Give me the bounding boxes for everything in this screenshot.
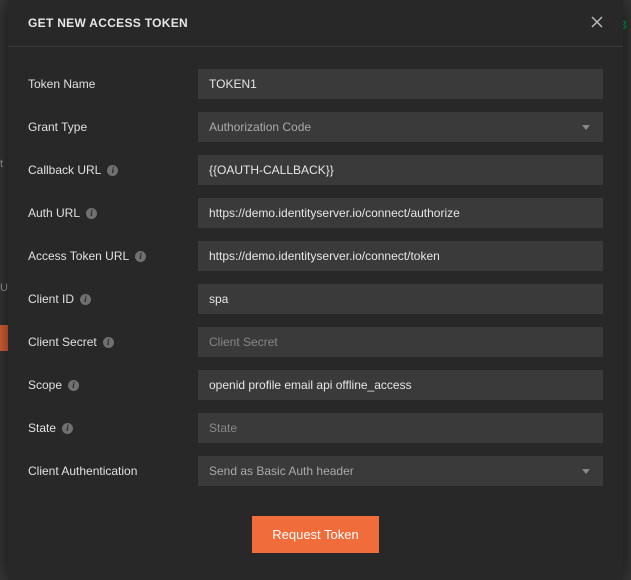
label-auth-url: Auth URL i <box>28 206 198 220</box>
label-text-state: State <box>28 421 56 435</box>
request-token-button[interactable]: Request Token <box>252 516 379 553</box>
row-callback-url: Callback URL i <box>28 155 603 185</box>
row-grant-type: Grant Type Authorization Code <box>28 112 603 142</box>
label-client-secret: Client Secret i <box>28 335 198 349</box>
row-token-name: Token Name <box>28 69 603 99</box>
label-text-token-name: Token Name <box>28 77 95 91</box>
info-icon[interactable]: i <box>80 294 91 305</box>
close-icon <box>589 14 605 30</box>
row-client-id: Client ID i <box>28 284 603 314</box>
token-name-input[interactable] <box>198 69 603 99</box>
label-text-client-auth: Client Authentication <box>28 464 137 478</box>
grant-type-select[interactable]: Authorization Code <box>198 112 603 142</box>
state-input[interactable] <box>198 413 603 443</box>
info-icon[interactable]: i <box>68 380 79 391</box>
modal-header: GET NEW ACCESS TOKEN <box>8 0 623 47</box>
label-text-auth-url: Auth URL <box>28 206 80 220</box>
label-scope: Scope i <box>28 378 198 392</box>
modal-body: Token Name Grant Type Authorization Code… <box>8 47 623 580</box>
label-client-auth: Client Authentication <box>28 464 198 478</box>
info-icon[interactable]: i <box>103 337 114 348</box>
row-state: State i <box>28 413 603 443</box>
row-access-token-url: Access Token URL i <box>28 241 603 271</box>
label-state: State i <box>28 421 198 435</box>
client-auth-select[interactable]: Send as Basic Auth header <box>198 456 603 486</box>
auth-url-input[interactable] <box>198 198 603 228</box>
info-icon[interactable]: i <box>107 165 118 176</box>
access-token-modal: GET NEW ACCESS TOKEN Token Name Grant Ty… <box>8 0 623 580</box>
label-callback-url: Callback URL i <box>28 163 198 177</box>
chevron-down-icon <box>582 125 590 130</box>
grant-type-selected: Authorization Code <box>209 120 311 134</box>
access-token-url-input[interactable] <box>198 241 603 271</box>
chevron-down-icon <box>582 469 590 474</box>
client-auth-selected: Send as Basic Auth header <box>209 464 354 478</box>
close-button[interactable] <box>589 14 607 32</box>
label-text-callback-url: Callback URL <box>28 163 101 177</box>
row-scope: Scope i <box>28 370 603 400</box>
row-auth-url: Auth URL i <box>28 198 603 228</box>
label-text-client-secret: Client Secret <box>28 335 97 349</box>
label-grant-type: Grant Type <box>28 120 198 134</box>
info-icon[interactable]: i <box>62 423 73 434</box>
client-id-input[interactable] <box>198 284 603 314</box>
label-text-grant-type: Grant Type <box>28 120 87 134</box>
label-token-name: Token Name <box>28 77 198 91</box>
info-icon[interactable]: i <box>86 208 97 219</box>
row-client-auth: Client Authentication Send as Basic Auth… <box>28 456 603 486</box>
info-icon[interactable]: i <box>135 251 146 262</box>
bg-left-letter-1: t <box>0 158 6 170</box>
callback-url-input[interactable] <box>198 155 603 185</box>
label-text-access-token-url: Access Token URL <box>28 249 129 263</box>
scope-input[interactable] <box>198 370 603 400</box>
label-access-token-url: Access Token URL i <box>28 249 198 263</box>
row-client-secret: Client Secret i <box>28 327 603 357</box>
label-text-scope: Scope <box>28 378 62 392</box>
label-text-client-id: Client ID <box>28 292 74 306</box>
action-row: Request Token <box>28 516 603 553</box>
modal-title: GET NEW ACCESS TOKEN <box>28 16 188 30</box>
client-secret-input[interactable] <box>198 327 603 357</box>
label-client-id: Client ID i <box>28 292 198 306</box>
